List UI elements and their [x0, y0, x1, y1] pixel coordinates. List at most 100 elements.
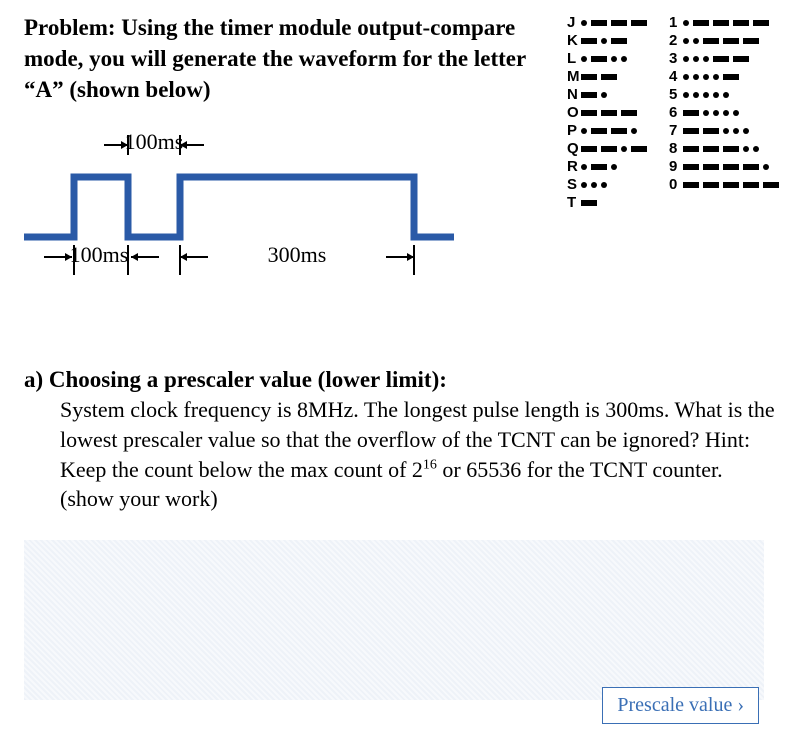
- morse-dash-icon: [703, 128, 719, 134]
- morse-dot-icon: [683, 74, 689, 80]
- morse-dash-icon: [743, 38, 759, 44]
- morse-dot-icon: [723, 110, 729, 116]
- morse-letter: 8: [669, 140, 683, 159]
- morse-row: R: [567, 158, 647, 176]
- morse-dot-icon: [693, 38, 699, 44]
- morse-code: [581, 164, 617, 170]
- morse-letter: J: [567, 14, 581, 33]
- morse-dot-icon: [693, 56, 699, 62]
- morse-row: L: [567, 50, 647, 68]
- morse-dot-icon: [703, 110, 709, 116]
- morse-letter: O: [567, 104, 581, 123]
- morse-code: [683, 164, 769, 170]
- morse-dash-icon: [581, 146, 597, 152]
- morse-letter: 0: [669, 176, 683, 195]
- morse-dash-icon: [581, 200, 597, 206]
- morse-dash-icon: [713, 20, 729, 26]
- morse-code: [581, 182, 607, 188]
- morse-letter: 5: [669, 86, 683, 105]
- morse-row: 1: [669, 14, 779, 32]
- morse-code: [581, 74, 617, 80]
- waveform-label-bottom-right: 300ms: [268, 242, 327, 267]
- morse-dot-icon: [723, 92, 729, 98]
- morse-dash-icon: [601, 74, 617, 80]
- morse-letter: K: [567, 32, 581, 51]
- morse-dash-icon: [723, 146, 739, 152]
- morse-letter: R: [567, 158, 581, 177]
- morse-dot-icon: [683, 56, 689, 62]
- morse-row: 0: [669, 176, 779, 194]
- morse-code: [581, 38, 627, 44]
- morse-dot-icon: [683, 92, 689, 98]
- morse-code: [683, 74, 739, 80]
- morse-letter: T: [567, 194, 581, 213]
- morse-dash-icon: [733, 56, 749, 62]
- morse-row: J: [567, 14, 647, 32]
- morse-row: 3: [669, 50, 779, 68]
- morse-dot-icon: [743, 146, 749, 152]
- morse-code: [581, 110, 637, 116]
- morse-dot-icon: [693, 74, 699, 80]
- morse-dash-icon: [693, 20, 709, 26]
- morse-letter: 6: [669, 104, 683, 123]
- morse-dash-icon: [611, 38, 627, 44]
- morse-letter: 2: [669, 32, 683, 51]
- morse-code: [581, 92, 607, 98]
- morse-dash-icon: [703, 38, 719, 44]
- morse-letter: P: [567, 122, 581, 141]
- morse-dash-icon: [753, 20, 769, 26]
- morse-dot-icon: [713, 92, 719, 98]
- morse-code: [683, 56, 749, 62]
- morse-dash-icon: [723, 182, 739, 188]
- morse-dot-icon: [763, 164, 769, 170]
- morse-dash-icon: [703, 146, 719, 152]
- morse-dash-icon: [591, 164, 607, 170]
- morse-row: 6: [669, 104, 779, 122]
- morse-dot-icon: [703, 56, 709, 62]
- morse-dot-icon: [591, 182, 597, 188]
- morse-dash-icon: [581, 110, 597, 116]
- morse-dot-icon: [621, 146, 627, 152]
- morse-dash-icon: [683, 110, 699, 116]
- morse-row: 7: [669, 122, 779, 140]
- morse-dash-icon: [723, 164, 739, 170]
- morse-dot-icon: [703, 74, 709, 80]
- morse-dot-icon: [743, 128, 749, 134]
- waveform-diagram: 100ms 100ms 300ms: [24, 127, 454, 287]
- morse-dash-icon: [713, 56, 729, 62]
- part-a-body-exponent: 16: [423, 457, 437, 472]
- morse-dot-icon: [713, 110, 719, 116]
- morse-code: [683, 92, 729, 98]
- morse-dash-icon: [683, 182, 699, 188]
- morse-chart: JKLMNOPQRST 1234567890: [567, 12, 779, 212]
- prescale-value-box[interactable]: Prescale value ›: [602, 687, 759, 724]
- morse-letter: 7: [669, 122, 683, 141]
- morse-column-numbers: 1234567890: [669, 14, 779, 212]
- morse-letter: 9: [669, 158, 683, 177]
- morse-dash-icon: [591, 56, 607, 62]
- morse-dot-icon: [601, 38, 607, 44]
- morse-letter: 3: [669, 50, 683, 69]
- morse-row: 2: [669, 32, 779, 50]
- morse-row: N: [567, 86, 647, 104]
- morse-dash-icon: [763, 182, 779, 188]
- morse-dot-icon: [581, 182, 587, 188]
- waveform-label-bottom-left: 100ms: [70, 242, 129, 267]
- morse-row: S: [567, 176, 647, 194]
- morse-dot-icon: [753, 146, 759, 152]
- morse-letter: M: [567, 68, 581, 87]
- morse-dash-icon: [743, 182, 759, 188]
- morse-row: Q: [567, 140, 647, 158]
- morse-letter: L: [567, 50, 581, 69]
- morse-dash-icon: [683, 164, 699, 170]
- morse-dot-icon: [693, 92, 699, 98]
- morse-dash-icon: [581, 74, 597, 80]
- work-area[interactable]: [24, 540, 764, 700]
- morse-dash-icon: [743, 164, 759, 170]
- morse-dash-icon: [723, 38, 739, 44]
- morse-dash-icon: [611, 128, 627, 134]
- morse-code: [683, 146, 759, 152]
- morse-code: [683, 182, 779, 188]
- morse-dot-icon: [581, 20, 587, 26]
- morse-row: 4: [669, 68, 779, 86]
